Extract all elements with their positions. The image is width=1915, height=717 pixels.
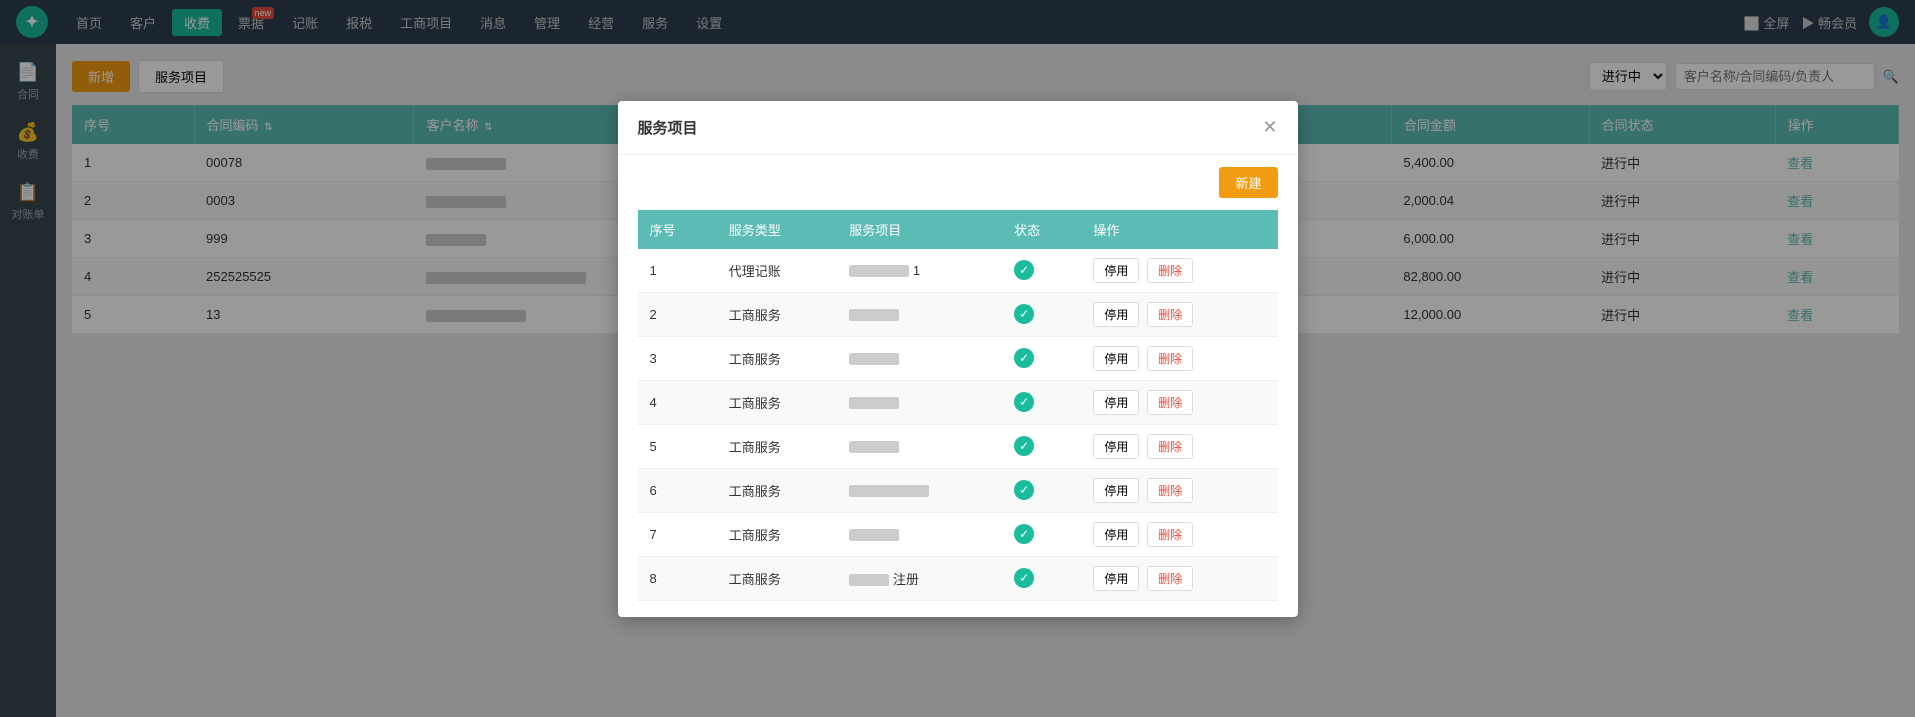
service-table: 序号 服务类型 服务项目 状态 操作 1 代理记账 1 ✓ 停用 删除 xyxy=(638,210,1278,601)
modal-cell-item: 注册 xyxy=(837,556,1002,600)
status-check-icon: ✓ xyxy=(1014,348,1034,368)
modal-col-item: 服务项目 xyxy=(837,210,1002,249)
stop-button[interactable]: 停用 xyxy=(1093,302,1139,327)
modal-cell-status: ✓ xyxy=(1002,468,1081,512)
modal-cell-seq: 7 xyxy=(638,512,717,556)
stop-button[interactable]: 停用 xyxy=(1093,390,1139,415)
delete-button[interactable]: 删除 xyxy=(1147,346,1193,371)
modal-cell-action: 停用 删除 xyxy=(1081,292,1277,336)
modal-new-button[interactable]: 新建 xyxy=(1219,167,1277,198)
delete-button[interactable]: 删除 xyxy=(1147,390,1193,415)
delete-button[interactable]: 删除 xyxy=(1147,302,1193,327)
modal-cell-status: ✓ xyxy=(1002,292,1081,336)
modal-body: 序号 服务类型 服务项目 状态 操作 1 代理记账 1 ✓ 停用 删除 xyxy=(618,210,1298,617)
modal-cell-item xyxy=(837,380,1002,424)
modal-close-button[interactable]: ✕ xyxy=(1262,118,1277,136)
modal-cell-action: 停用 删除 xyxy=(1081,249,1277,293)
modal-col-seq: 序号 xyxy=(638,210,717,249)
modal-cell-seq: 2 xyxy=(638,292,717,336)
modal-cell-seq: 4 xyxy=(638,380,717,424)
modal-table-row: 2 工商服务 ✓ 停用 删除 xyxy=(638,292,1278,336)
modal-cell-action: 停用 删除 xyxy=(1081,336,1277,380)
modal-table-row: 5 工商服务 ✓ 停用 删除 xyxy=(638,424,1278,468)
modal-table-row: 1 代理记账 1 ✓ 停用 删除 xyxy=(638,249,1278,293)
status-check-icon: ✓ xyxy=(1014,260,1034,280)
modal-cell-item xyxy=(837,468,1002,512)
modal-cell-item xyxy=(837,424,1002,468)
stop-button[interactable]: 停用 xyxy=(1093,346,1139,371)
modal-cell-status: ✓ xyxy=(1002,380,1081,424)
modal-cell-type: 工商服务 xyxy=(717,380,838,424)
modal-header: 服务项目 ✕ xyxy=(618,101,1298,155)
modal-cell-seq: 8 xyxy=(638,556,717,600)
modal-cell-action: 停用 删除 xyxy=(1081,424,1277,468)
modal-col-type: 服务类型 xyxy=(717,210,838,249)
status-check-icon: ✓ xyxy=(1014,436,1034,456)
delete-button[interactable]: 删除 xyxy=(1147,258,1193,283)
modal-cell-type: 工商服务 xyxy=(717,424,838,468)
stop-button[interactable]: 停用 xyxy=(1093,478,1139,503)
modal-cell-type: 工商服务 xyxy=(717,512,838,556)
delete-button[interactable]: 删除 xyxy=(1147,522,1193,547)
modal-cell-type: 工商服务 xyxy=(717,556,838,600)
status-check-icon: ✓ xyxy=(1014,304,1034,324)
modal-col-action: 操作 xyxy=(1081,210,1277,249)
delete-button[interactable]: 删除 xyxy=(1147,434,1193,459)
modal-cell-item xyxy=(837,292,1002,336)
status-check-icon: ✓ xyxy=(1014,480,1034,500)
modal-title: 服务项目 xyxy=(638,117,698,138)
modal-cell-seq: 6 xyxy=(638,468,717,512)
stop-button[interactable]: 停用 xyxy=(1093,522,1139,547)
modal-cell-item xyxy=(837,512,1002,556)
modal-table-row: 8 工商服务 注册 ✓ 停用 删除 xyxy=(638,556,1278,600)
modal-cell-item: 1 xyxy=(837,249,1002,293)
modal-cell-status: ✓ xyxy=(1002,249,1081,293)
status-check-icon: ✓ xyxy=(1014,392,1034,412)
stop-button[interactable]: 停用 xyxy=(1093,258,1139,283)
stop-button[interactable]: 停用 xyxy=(1093,434,1139,459)
modal-cell-action: 停用 删除 xyxy=(1081,468,1277,512)
modal-cell-item xyxy=(837,336,1002,380)
modal-cell-type: 工商服务 xyxy=(717,292,838,336)
modal-cell-action: 停用 删除 xyxy=(1081,556,1277,600)
modal-cell-seq: 5 xyxy=(638,424,717,468)
delete-button[interactable]: 删除 xyxy=(1147,478,1193,503)
modal-cell-status: ✓ xyxy=(1002,512,1081,556)
modal-cell-action: 停用 删除 xyxy=(1081,380,1277,424)
modal-cell-type: 工商服务 xyxy=(717,468,838,512)
modal-table-row: 4 工商服务 ✓ 停用 删除 xyxy=(638,380,1278,424)
stop-button[interactable]: 停用 xyxy=(1093,566,1139,591)
modal-cell-type: 代理记账 xyxy=(717,249,838,293)
modal-cell-status: ✓ xyxy=(1002,556,1081,600)
status-check-icon: ✓ xyxy=(1014,524,1034,544)
modal-table-row: 7 工商服务 ✓ 停用 删除 xyxy=(638,512,1278,556)
modal-cell-type: 工商服务 xyxy=(717,336,838,380)
modal-table-row: 3 工商服务 ✓ 停用 删除 xyxy=(638,336,1278,380)
modal-cell-status: ✓ xyxy=(1002,336,1081,380)
modal-toolbar: 新建 xyxy=(618,155,1298,210)
delete-button[interactable]: 删除 xyxy=(1147,566,1193,591)
status-check-icon: ✓ xyxy=(1014,568,1034,588)
modal-cell-status: ✓ xyxy=(1002,424,1081,468)
service-modal: 服务项目 ✕ 新建 序号 服务类型 服务项目 状态 操作 1 代理记账 1 xyxy=(618,101,1298,617)
modal-cell-action: 停用 删除 xyxy=(1081,512,1277,556)
modal-cell-seq: 3 xyxy=(638,336,717,380)
modal-col-status: 状态 xyxy=(1002,210,1081,249)
modal-cell-seq: 1 xyxy=(638,249,717,293)
modal-table-row: 6 工商服务 ✓ 停用 删除 xyxy=(638,468,1278,512)
